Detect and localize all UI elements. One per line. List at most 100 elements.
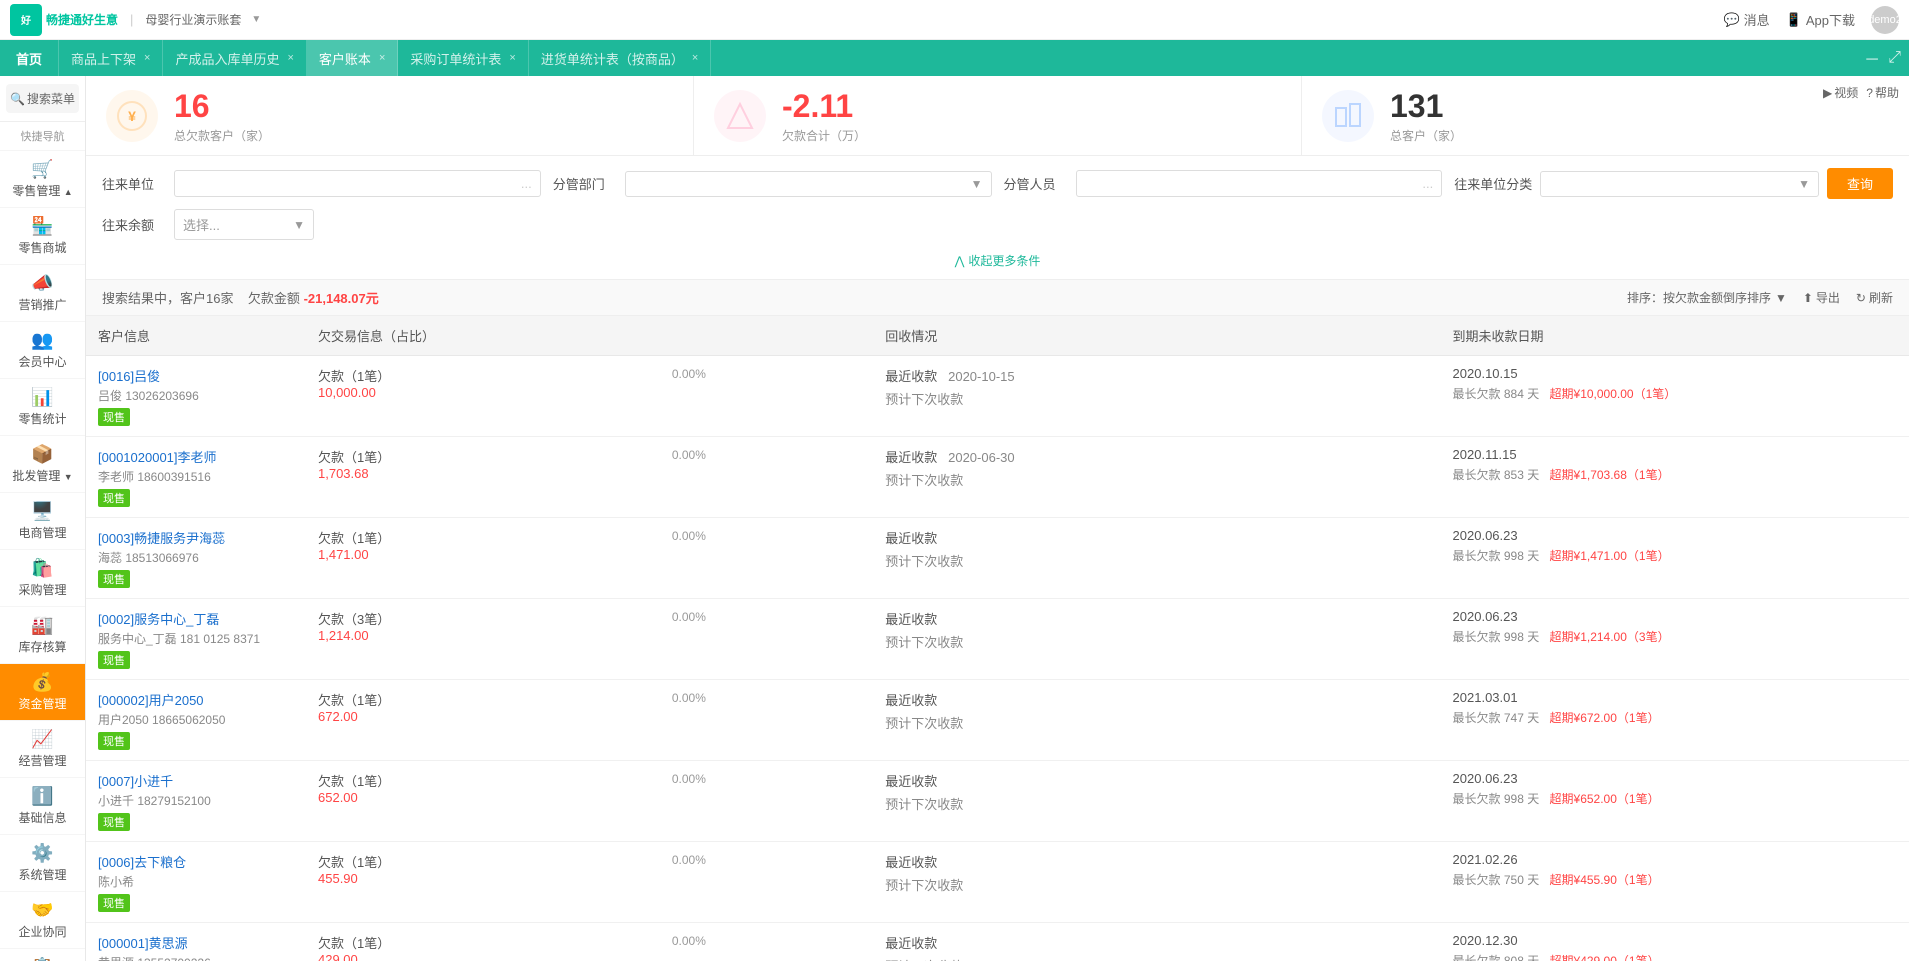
customer-name-link-2[interactable]: [0003]畅捷服务尹海蕊	[98, 531, 225, 546]
sidebar-item-wholesale[interactable]: 📦 批发管理 ▼	[0, 436, 85, 493]
person-dots: ...	[1422, 176, 1433, 191]
message-btn[interactable]: 💬 消息	[1723, 10, 1769, 29]
refresh-btn[interactable]: ↻ 刷新	[1856, 289, 1893, 306]
sidebar-item-basic[interactable]: ℹ️ 基础信息	[0, 778, 85, 835]
table-area: 客户信息 欠交易信息（占比） 回收情况 到期未收款日期 [0016]吕俊 吕俊 …	[86, 316, 1909, 961]
overdue-amount-7[interactable]: 超期¥429.00（1笔）	[1550, 954, 1660, 961]
tab-close-2[interactable]: ×	[287, 52, 293, 64]
cell-customer-6: [0006]去下粮仓 陈小希 现售	[86, 842, 306, 923]
tab-1[interactable]: 商品上下架 ×	[59, 40, 163, 76]
dept-select[interactable]: ▼	[625, 171, 992, 197]
cell-recover-3: 最近收款 预计下次收款	[873, 599, 1363, 680]
sidebar-item-collab[interactable]: 🤝 企业协同	[0, 892, 85, 949]
cell-customer-3: [0002]服务中心_丁磊 服务中心_丁磊 181 0125 8371 现售	[86, 599, 306, 680]
marketing-icon: 📣	[4, 273, 81, 294]
customer-tag-6: 现售	[98, 894, 130, 912]
cell-debt-6: 欠款（1笔） 455.90	[306, 842, 660, 923]
tab-2[interactable]: 产成品入库单历史 ×	[163, 40, 306, 76]
tab-close-4[interactable]: ×	[509, 52, 515, 64]
filter-area: 往来单位 ... 分管部门 ▼ 分管人员 ...	[86, 156, 1909, 280]
overdue-amount-5[interactable]: 超期¥652.00（1笔）	[1550, 792, 1660, 806]
overdue-info-5: 最长欠款 998 天 超期¥652.00（1笔）	[1453, 790, 1897, 807]
tab-home[interactable]: 首页	[0, 40, 59, 76]
stat-total-info: -2.11 欠款合计（万）	[782, 88, 866, 144]
customer-name-link-3[interactable]: [0002]服务中心_丁磊	[98, 612, 219, 627]
stat-top-links: ▶ 视频 ? 帮助	[1823, 84, 1899, 101]
industry-arrow[interactable]: ▼	[251, 14, 261, 25]
tab-close-3[interactable]: ×	[379, 52, 385, 64]
tab-maximize-btn[interactable]: ⤢	[1888, 49, 1901, 67]
cell-percent-0: 0.00%	[660, 356, 873, 437]
collapse-btn[interactable]: ⋀ 收起更多条件	[955, 252, 1041, 269]
table-row: [0007]小进千 小进千 18279152100 现售 欠款（1笔） 652.…	[86, 761, 1909, 842]
cell-debt-3: 欠款（3笔） 1,214.00	[306, 599, 660, 680]
industry-select[interactable]: 母婴行业演示账套	[145, 11, 241, 28]
play-icon: ▶	[1823, 86, 1832, 100]
customer-sub-3: 服务中心_丁磊 181 0125 8371	[98, 630, 294, 647]
sidebar-item-inventory[interactable]: 🏭 库存核算	[0, 607, 85, 664]
from-unit-label: 往来单位	[102, 174, 166, 193]
tab-5[interactable]: 进货单统计表（按商品） ×	[529, 40, 711, 76]
balance-select[interactable]: 选择... ▼	[174, 209, 314, 240]
overdue-days-4: 最长欠款 747 天	[1453, 711, 1546, 725]
customer-name-link-7[interactable]: [000001]黄思源	[98, 936, 188, 951]
stat-icon-orange: ¥	[106, 90, 158, 142]
sidebar-item-marketing[interactable]: 📣 营销推广	[0, 265, 85, 322]
customer-name-link-5[interactable]: [0007]小进千	[98, 774, 173, 789]
sidebar-item-finance[interactable]: 💰 资金管理	[0, 664, 85, 721]
tab-3[interactable]: 客户账本 ×	[307, 40, 398, 76]
from-unit-dots: ...	[521, 176, 532, 191]
tab-close-5[interactable]: ×	[692, 52, 698, 64]
sort-btn[interactable]: 排序：按欠款金额倒序排序 ▼	[1627, 289, 1787, 306]
sidebar-item-member[interactable]: 👥 会员中心	[0, 322, 85, 379]
next-collect-0: 预计下次收款	[885, 389, 1351, 408]
person-input[interactable]: ...	[1076, 170, 1443, 197]
debt-amount-3: 1,214.00	[318, 628, 648, 643]
overdue-amount-4[interactable]: 超期¥672.00（1笔）	[1550, 711, 1660, 725]
help-icon: ?	[1866, 86, 1873, 100]
overdue-amount-6[interactable]: 超期¥455.90（1笔）	[1550, 873, 1660, 887]
sidebar-item-retail-stats[interactable]: 📊 零售统计	[0, 379, 85, 436]
tab-minimize-btn[interactable]: －	[1864, 46, 1880, 70]
help-link[interactable]: ? 帮助	[1866, 84, 1899, 101]
logo-text: 畅捷通好生意	[46, 11, 118, 28]
purchase-icon: 🛍️	[4, 558, 81, 579]
user-menu[interactable]: demo2	[1871, 6, 1899, 34]
sidebar-item-retail-mall[interactable]: 🏪 零售商城	[0, 208, 85, 265]
sidebar-item-guide[interactable]: 📋 新手引导	[0, 949, 85, 961]
from-unit-input[interactable]: ...	[174, 170, 541, 197]
app-download-btn[interactable]: 📱 App下载	[1786, 10, 1855, 29]
result-actions: 排序：按欠款金额倒序排序 ▼ ⬆ 导出 ↻ 刷新	[1627, 289, 1893, 306]
overdue-amount-3[interactable]: 超期¥1,214.00（3笔）	[1550, 630, 1670, 644]
cell-recover-7: 最近收款 预计下次收款	[873, 923, 1363, 961]
sidebar-item-quick-nav[interactable]: 快捷导航	[0, 122, 85, 151]
sidebar-item-retail-mgmt[interactable]: 🛒 零售管理 ▲	[0, 151, 85, 208]
customer-name-link-4[interactable]: [000002]用户2050	[98, 693, 204, 708]
export-btn[interactable]: ⬆ 导出	[1803, 289, 1840, 306]
customer-name-link-0[interactable]: [0016]吕俊	[98, 369, 160, 384]
cell-customer-1: [0001020001]李老师 李老师 18600391516 现售	[86, 437, 306, 518]
finance-icon: 💰	[4, 672, 81, 693]
video-link[interactable]: ▶ 视频	[1823, 84, 1858, 101]
last-collect-7: 最近收款	[885, 933, 1351, 952]
sidebar-item-ecommerce[interactable]: 🖥️ 电商管理	[0, 493, 85, 550]
overdue-amount-2[interactable]: 超期¥1,471.00（1笔）	[1550, 549, 1670, 563]
customer-name-link-1[interactable]: [0001020001]李老师	[98, 450, 217, 465]
inventory-icon: 🏭	[4, 615, 81, 636]
unit-class-select[interactable]: ▼	[1540, 171, 1819, 197]
overdue-amount-0[interactable]: 超期¥10,000.00（1笔）	[1550, 387, 1677, 401]
sidebar-item-operation[interactable]: 📈 经营管理	[0, 721, 85, 778]
last-collect-4: 最近收款	[885, 690, 1351, 709]
wholesale-icon: 📦	[4, 444, 81, 465]
sidebar-item-purchase[interactable]: 🛍️ 采购管理	[0, 550, 85, 607]
debt-percent-1: 0.00%	[672, 448, 706, 462]
tab-4[interactable]: 采购订单统计表 ×	[398, 40, 528, 76]
search-menu-btn[interactable]: 🔍 搜索菜单	[6, 84, 79, 113]
search-btn[interactable]: 查询	[1827, 168, 1893, 199]
sidebar-item-system[interactable]: ⚙️ 系统管理	[0, 835, 85, 892]
customer-tag-2: 现售	[98, 570, 130, 588]
stat-debt-value: 16	[174, 88, 270, 125]
tab-close-1[interactable]: ×	[144, 52, 150, 64]
customer-name-link-6[interactable]: [0006]去下粮仓	[98, 855, 186, 870]
overdue-amount-1[interactable]: 超期¥1,703.68（1笔）	[1550, 468, 1670, 482]
